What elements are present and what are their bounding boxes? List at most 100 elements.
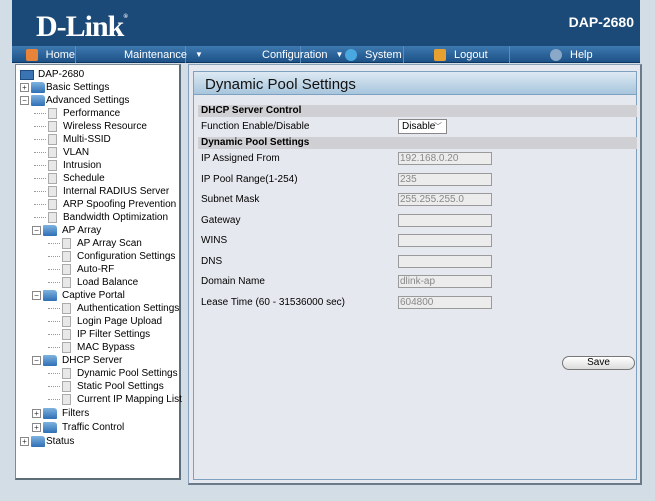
field-label: Subnet Mask <box>201 194 260 205</box>
save-button[interactable]: Save <box>562 356 635 370</box>
tree-connector <box>48 386 60 387</box>
tree-root[interactable]: DAP-2680 <box>20 68 182 81</box>
page-icon <box>48 199 57 210</box>
tree-connector <box>34 217 46 218</box>
page-icon <box>62 368 71 379</box>
help-icon <box>550 48 562 61</box>
chevron-down-icon: ﹀ <box>434 122 442 131</box>
page-icon <box>62 264 71 275</box>
page-icon <box>48 186 57 197</box>
field-input[interactable] <box>398 254 492 268</box>
folder-icon <box>31 435 45 447</box>
page-icon <box>62 329 71 340</box>
field-input[interactable]: dlink-ap <box>398 275 492 288</box>
field-label: Lease Time (60 - 31536000 sec) <box>201 296 345 308</box>
tree-leaf-item[interactable]: Wireless Resource <box>20 120 182 133</box>
tree-leaf-item[interactable]: IP Filter Settings <box>20 328 182 341</box>
tree-leaf-item[interactable]: VLAN <box>20 146 182 159</box>
field-label: Gateway <box>201 214 241 226</box>
tree-advanced-settings[interactable]: − Advanced Settings <box>20 94 182 107</box>
nav-help[interactable]: Help <box>510 46 640 63</box>
tree-leaf-item[interactable]: Current IP Mapping List <box>20 393 182 406</box>
tree-ap-array[interactable]: − AP Array <box>20 224 182 237</box>
tree-leaf-item[interactable]: MAC Bypass <box>20 341 182 354</box>
expand-icon[interactable]: + <box>20 436 29 446</box>
expand-icon[interactable]: + <box>32 408 41 418</box>
folder-icon <box>43 421 57 433</box>
collapse-icon[interactable]: − <box>20 96 29 105</box>
header: D-Link® DAP-2680 <box>12 0 640 46</box>
tree-filters[interactable]: + Filters <box>20 406 182 420</box>
page-icon <box>62 381 71 392</box>
tree-leaf-item[interactable]: Dynamic Pool Settings <box>20 367 182 380</box>
tree-leaf-item[interactable]: Bandwidth Optimization <box>20 211 182 224</box>
main-panel: Dynamic Pool Settings DHCP Server Contro… <box>188 64 642 485</box>
tree-leaf-item[interactable]: ARP Spoofing Prevention <box>20 198 182 211</box>
field-input[interactable] <box>398 213 492 227</box>
field-input[interactable]: 235 <box>398 172 492 186</box>
tree-leaf-item[interactable]: Authentication Settings <box>20 302 182 315</box>
tree-leaf-item[interactable]: Multi-SSID <box>20 133 182 146</box>
expand-icon[interactable]: + <box>20 83 29 92</box>
folder-icon <box>43 407 57 419</box>
settings-form: DHCP Server Control Function Enable/Disa… <box>193 95 637 480</box>
nav-logout[interactable]: Logout <box>404 46 510 63</box>
model-name: DAP-2680 <box>568 14 634 30</box>
field-input[interactable]: 192.168.0.20 <box>398 152 492 165</box>
expand-icon[interactable]: + <box>32 422 41 432</box>
field-input[interactable]: 255.255.255.0 <box>398 193 492 206</box>
page-icon <box>48 173 57 184</box>
navigation-tree: DAP-2680 + Basic Settings − Advanced Setti… <box>15 64 182 480</box>
tree-connector <box>48 334 60 335</box>
page-icon <box>62 251 71 262</box>
tree-leaf-item[interactable]: Auto-RF <box>20 263 182 276</box>
collapse-icon[interactable]: − <box>32 356 41 365</box>
nav-system[interactable]: System <box>301 46 404 63</box>
tree-dhcp-server[interactable]: − DHCP Server <box>20 354 182 367</box>
nav-maintenance[interactable]: Maintenance ▼ <box>76 46 203 63</box>
page-icon <box>48 134 57 145</box>
tree-connector <box>48 308 60 309</box>
tree-connector <box>48 399 60 400</box>
tree-leaf-item[interactable]: Configuration Settings <box>20 250 182 263</box>
tree-captive-portal[interactable]: − Captive Portal <box>20 289 182 302</box>
tree-leaf-item[interactable]: Login Page Upload <box>20 315 182 328</box>
page-icon <box>62 277 71 288</box>
tree-traffic-control[interactable]: + Traffic Control <box>20 420 182 434</box>
tree-connector <box>34 126 46 127</box>
tree-connector <box>34 165 46 166</box>
tree-leaf-item[interactable]: Static Pool Settings <box>20 380 182 393</box>
folder-open-icon <box>43 355 57 366</box>
page-icon <box>62 316 71 327</box>
tree-leaf-item[interactable]: Intrusion <box>20 159 182 172</box>
field-input[interactable]: 604800 <box>398 295 492 309</box>
function-select[interactable]: Disable ﹀ <box>398 119 447 134</box>
field-input[interactable] <box>398 234 492 247</box>
tree-leaf-item[interactable]: AP Array Scan <box>20 237 182 250</box>
tree-status[interactable]: + Status <box>20 434 182 448</box>
tree-leaf-item[interactable]: Schedule <box>20 172 182 185</box>
page-icon <box>48 108 57 119</box>
tree-connector <box>34 152 46 153</box>
tree-connector <box>34 191 46 192</box>
key-icon <box>434 48 446 61</box>
tree-leaf-item[interactable]: Performance <box>20 107 182 120</box>
page-icon <box>48 121 57 132</box>
home-icon <box>26 48 38 61</box>
tree-leaf-item[interactable]: Internal RADIUS Server <box>20 185 182 198</box>
tree-leaf-item[interactable]: Load Balance <box>20 276 182 289</box>
tree-connector <box>48 321 60 322</box>
tree-connector <box>34 204 46 205</box>
collapse-icon[interactable]: − <box>32 226 41 235</box>
tree-connector <box>48 269 60 270</box>
dlink-logo: D-Link® <box>36 10 128 43</box>
collapse-icon[interactable]: − <box>32 291 41 300</box>
function-label: Function Enable/Disable <box>201 121 310 132</box>
tree-connector <box>48 243 60 244</box>
page-icon <box>62 342 71 353</box>
tree-basic-settings[interactable]: + Basic Settings <box>20 81 182 94</box>
nav-configuration[interactable]: Configuration ▼ <box>186 46 343 63</box>
folder-open-icon <box>31 95 45 106</box>
nav-home[interactable]: Home <box>12 46 76 63</box>
tree-connector <box>48 256 60 257</box>
